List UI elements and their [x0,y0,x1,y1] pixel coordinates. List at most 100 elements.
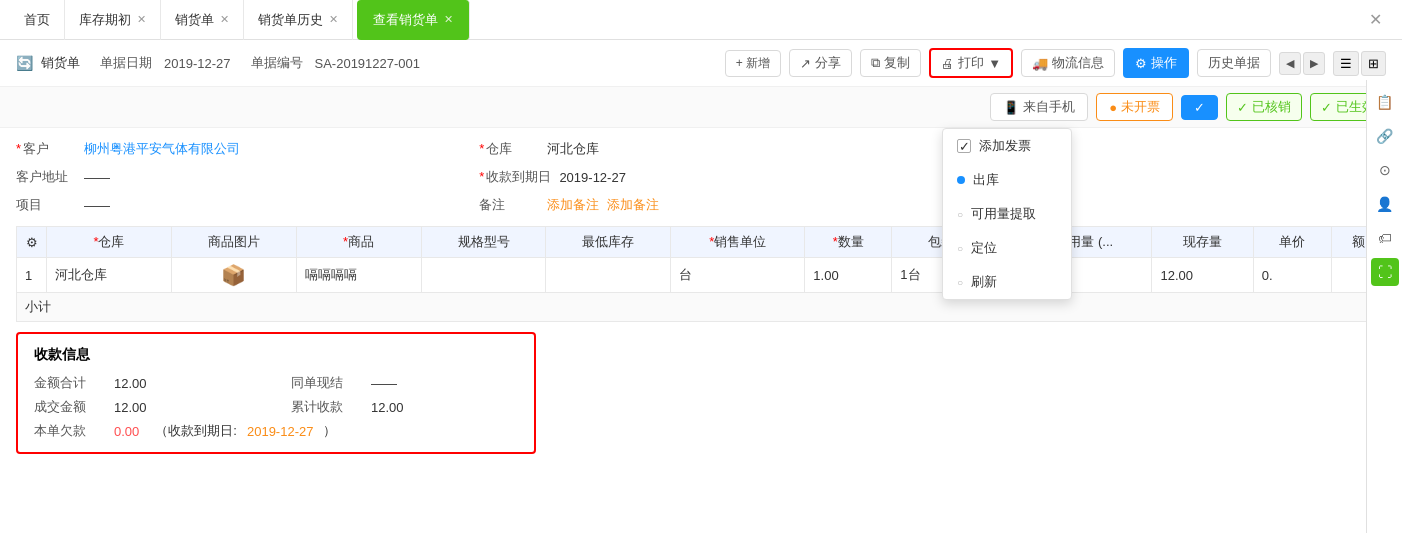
deal-amount-value: 12.00 [114,400,147,415]
position-label: 定位 [971,239,997,257]
remark-row: 备注 添加备注 添加备注 [479,196,922,214]
overdue-paren: ） [323,422,336,440]
position-icon: ○ [957,243,963,254]
unopened-button[interactable]: ● 未开票 [1096,93,1173,121]
history-button[interactable]: 历史单据 [1197,49,1271,77]
doc-number-value: SA-20191227-001 [315,56,421,71]
share-button[interactable]: ↗ 分享 [789,49,852,77]
sidebar-link-icon[interactable]: 🔗 [1371,122,1399,150]
cell-warehouse: 河北仓库 [47,258,172,293]
copy-button[interactable]: ⧉ 复制 [860,49,921,77]
print-icon: 🖨 [941,56,954,71]
customer-value[interactable]: 柳州粤港平安气体有限公司 [84,140,240,158]
payment-date-row: 收款到期日 2019-12-27 [479,168,922,186]
product-table: ⚙ 仓库 商品图片 商品 规格型号 最低库存 销售单位 数量 包装数量 可用量 … [16,226,1386,322]
customer-row: 客户 柳州粤港平安气体有限公司 [16,140,459,158]
cell-spec [421,258,546,293]
doc-icon: 🔄 [16,55,33,71]
doc-type-label: 销货单 [41,54,80,72]
tab-home[interactable]: 首页 [10,0,65,40]
table-container: ⚙ 仓库 商品图片 商品 规格型号 最低库存 销售单位 数量 包装数量 可用量 … [0,226,1402,322]
confirm-button[interactable]: ✓ [1181,95,1218,120]
col-warehouse: 仓库 [47,227,172,258]
prev-button[interactable]: ◀ [1279,52,1301,75]
list-view-btn[interactable]: ☰ [1333,51,1359,76]
overdue-row: 本单欠款 0.00 （收款到期日: 2019-12-27 ） [34,422,518,440]
deal-amount-row: 成交金额 12.00 [34,398,261,416]
available-take-item[interactable]: ○ 可用量提取 [943,197,1071,231]
deal-amount-label: 成交金额 [34,398,104,416]
action-row: 📱 来自手机 ● 未开票 ✓ ✓ 已核销 ✓ 已生效 [0,87,1402,128]
close-tab-inventory[interactable]: ✕ [137,13,146,26]
from-phone-button[interactable]: 📱 来自手机 [990,93,1088,121]
col-product: 商品 [296,227,421,258]
remark-add-text[interactable]: 添加备注 [607,196,659,214]
col-settings[interactable]: ⚙ [17,227,47,258]
close-tab-view-sales[interactable]: ✕ [444,13,453,26]
right-sidebar: 📋 🔗 ⊙ 👤 🏷 ⛶ [1366,80,1402,533]
same-order-row: 同单现结 —— [291,374,518,392]
ticket-icon: ● [1109,100,1117,115]
out-stock-dot [957,176,965,184]
close-all-tabs[interactable]: ✕ [1359,10,1392,29]
same-order-value: —— [371,376,397,391]
refresh-icon: ○ [957,277,963,288]
project-value: —— [84,198,110,213]
summary-grid: 金额合计 12.00 同单现结 —— 成交金额 12.00 累计收款 12.00… [34,374,518,440]
tab-bar: 首页 库存期初 ✕ 销货单 ✕ 销货单历史 ✕ 查看销货单 ✕ ✕ [0,0,1402,40]
sidebar-edit-icon[interactable]: 📋 [1371,88,1399,116]
project-row: 项目 —— [16,196,459,214]
close-tab-sales-history[interactable]: ✕ [329,13,338,26]
sidebar-tag-icon[interactable]: 🏷 [1371,224,1399,252]
add-invoice-item[interactable]: ✓ 添加发票 [943,129,1071,163]
next-button[interactable]: ▶ [1303,52,1325,75]
operation-button[interactable]: ⚙ 操作 [1123,48,1189,78]
sidebar-expand-icon[interactable]: ⛶ [1371,258,1399,286]
share-icon: ↗ [800,56,811,71]
doc-number-label: 单据编号 SA-20191227-001 [251,54,421,72]
subtotal-label: 小计 [17,293,1386,322]
position-item[interactable]: ○ 定位 [943,231,1071,265]
new-button[interactable]: + 新增 [725,50,781,77]
subtotal-row: 小计 [17,293,1386,322]
doc-date-label: 单据日期 2019-12-27 [100,54,231,72]
col-spec: 规格型号 [421,227,546,258]
cell-unit-price: 0. [1253,258,1331,293]
close-tab-sales[interactable]: ✕ [220,13,229,26]
check-icon: ✓ [1237,100,1248,115]
refresh-item[interactable]: ○ 刷新 [943,265,1071,299]
out-stock-item[interactable]: 出库 [943,163,1071,197]
remark-add[interactable]: 添加备注 [547,196,599,214]
logistics-button[interactable]: 🚚 物流信息 [1021,49,1115,77]
print-button[interactable]: 🖨 打印 ▼ [929,48,1013,78]
overdue-value: 0.00 [114,424,139,439]
grid-view-btn[interactable]: ⊞ [1361,51,1386,76]
nav-arrows: ◀ ▶ [1279,52,1325,75]
overdue-label: 本单欠款 [34,422,104,440]
cancelled-status[interactable]: ✓ 已核销 [1226,93,1302,121]
tab-inventory[interactable]: 库存期初 ✕ [65,0,161,40]
tab-sales-history[interactable]: 销货单历史 ✕ [244,0,353,40]
sidebar-circle-icon[interactable]: ⊙ [1371,156,1399,184]
tab-sales[interactable]: 销货单 ✕ [161,0,244,40]
confirm-icon: ✓ [1194,100,1205,115]
copy-icon: ⧉ [871,55,880,71]
operation-icon: ⚙ [1135,56,1147,71]
payment-date-label: 收款到期日 [479,168,551,186]
print-dropdown-arrow: ▼ [988,56,1001,71]
available-take-icon: ○ [957,209,963,220]
warehouse-row: 仓库 河北仓库 [479,140,922,158]
total-amount-value: 12.00 [114,376,147,391]
phone-icon: 📱 [1003,100,1019,115]
refresh-label: 刷新 [971,273,997,291]
doc-title: 🔄 销货单 [16,54,80,72]
add-invoice-checkbox[interactable]: ✓ [957,139,971,153]
logistics-icon: 🚚 [1032,56,1048,71]
cell-unit: 台 [671,258,805,293]
sidebar-user-icon[interactable]: 👤 [1371,190,1399,218]
view-toggle: ☰ ⊞ [1333,51,1386,76]
cell-product: 嗝嗝嗝嗝 [296,258,421,293]
tab-view-sales[interactable]: 查看销货单 ✕ [357,0,470,40]
table-row: 1 河北仓库 📦 嗝嗝嗝嗝 台 1.00 1台 12.00 0. [17,258,1386,293]
col-unit-price: 单价 [1253,227,1331,258]
